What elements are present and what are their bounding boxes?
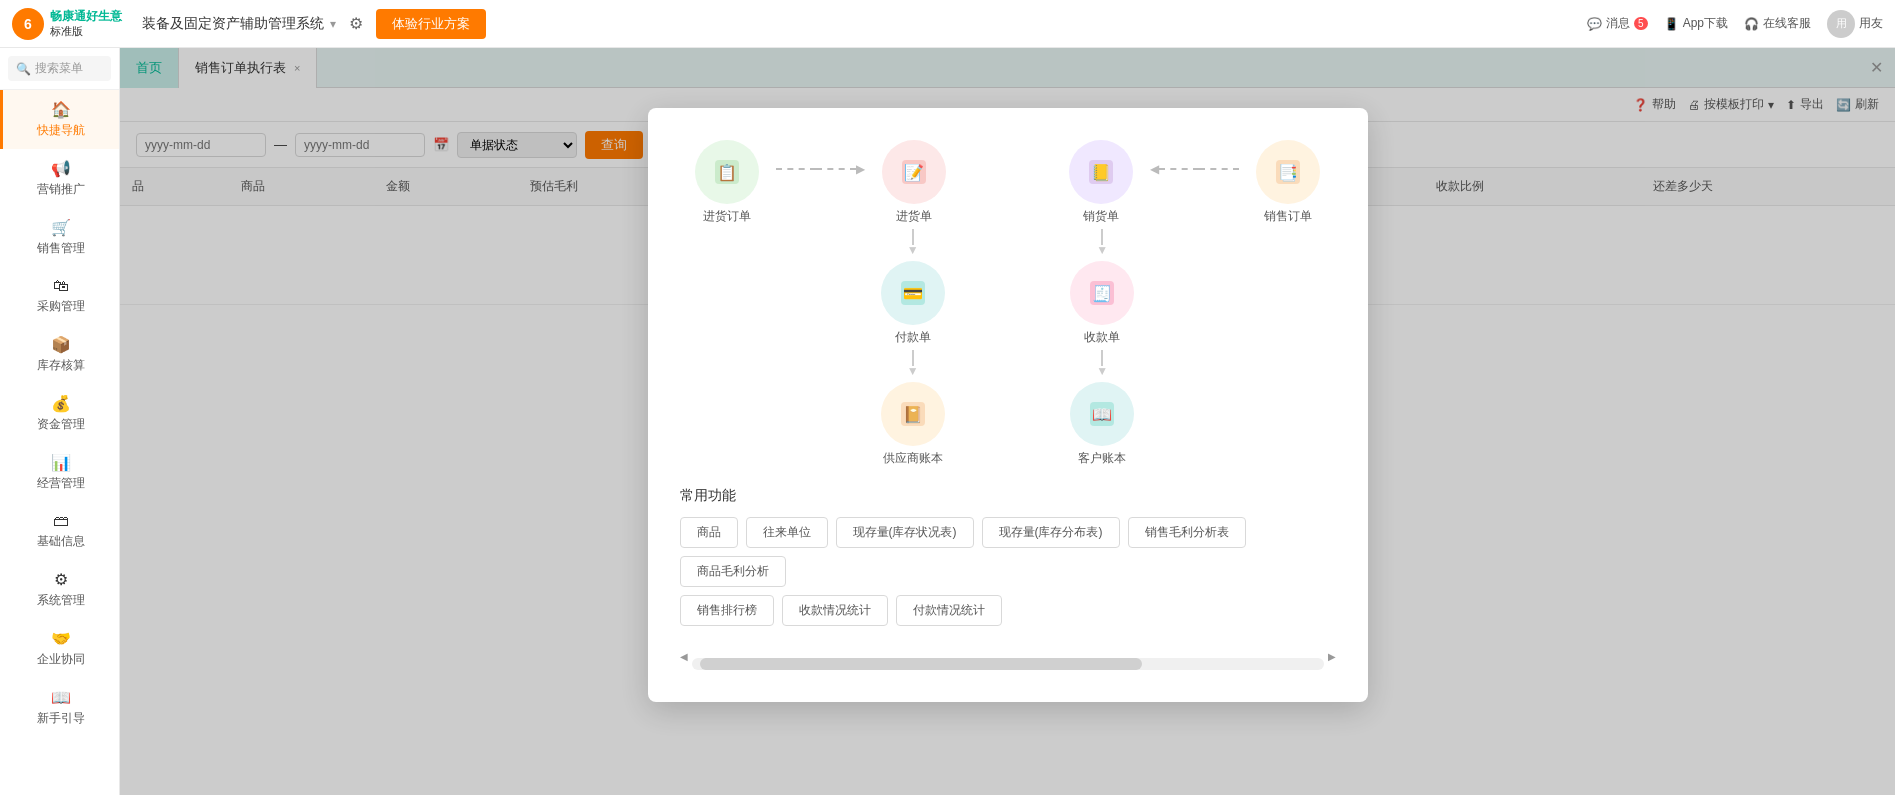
search-placeholder: 搜索菜单 bbox=[35, 60, 83, 77]
top-bar: 6 畅康通好生意 标准版 装备及固定资产辅助管理系统 ▾ ⚙ 体验行业方案 💬 … bbox=[0, 0, 1895, 48]
purchase-order-circle[interactable]: 📋 bbox=[695, 140, 759, 204]
svg-text:📝: 📝 bbox=[904, 163, 924, 182]
flow-item-purchase-order[interactable]: 📋 进货订单 bbox=[695, 140, 759, 225]
logo-area: 6 畅康通好生意 标准版 bbox=[12, 8, 130, 40]
popup-overlay[interactable]: 📋 进货订单 ▶ 📝 进货单 bbox=[120, 48, 1895, 795]
func-btn-goods-margin[interactable]: 商品毛利分析 bbox=[680, 556, 786, 587]
purchase-icon: 🛍 bbox=[53, 277, 69, 295]
arrow-purchase-to-bill: ▶ bbox=[791, 162, 851, 204]
flow-item-sales-bill[interactable]: 📒 销货单 bbox=[1069, 140, 1133, 225]
arrow-order-to-bill: ◀ bbox=[1164, 162, 1224, 204]
svg-text:📔: 📔 bbox=[903, 405, 923, 424]
func-btn-receipt-stats[interactable]: 收款情况统计 bbox=[782, 595, 888, 626]
search-input-area[interactable]: 🔍 搜索菜单 bbox=[8, 56, 111, 81]
svg-text:🧾: 🧾 bbox=[1092, 284, 1112, 303]
sidebar-item-marketing[interactable]: 📢 营销推广 bbox=[0, 149, 119, 208]
scroll-track[interactable] bbox=[692, 658, 1324, 670]
scroll-left-arrow[interactable]: ◀ bbox=[680, 651, 688, 662]
func-btn-sales-margin[interactable]: 销售毛利分析表 bbox=[1128, 517, 1246, 548]
sidebar-item-sales[interactable]: 🛒 销售管理 bbox=[0, 208, 119, 267]
receipt-circle[interactable]: 🧾 bbox=[1070, 261, 1134, 325]
popup-scrollbar: ◀ ▶ bbox=[680, 642, 1336, 670]
func-btn-payment-stats[interactable]: 付款情况统计 bbox=[896, 595, 1002, 626]
system-icon: ⚙ bbox=[54, 570, 68, 589]
settings-button[interactable]: ⚙ bbox=[342, 10, 370, 38]
payment-circle[interactable]: 💳 bbox=[881, 261, 945, 325]
func-btn-goods[interactable]: 商品 bbox=[680, 517, 738, 548]
scroll-right-arrow[interactable]: ▶ bbox=[1328, 651, 1336, 662]
flow-item-customer-ledger[interactable]: 📖 客户账本 bbox=[1070, 382, 1134, 467]
logo-icon: 6 bbox=[12, 8, 44, 40]
arrow-payment-to-supplier: ▼ bbox=[881, 350, 945, 378]
avatar: 用 bbox=[1827, 10, 1855, 38]
sidebar-item-finance[interactable]: 💰 资金管理 bbox=[0, 384, 119, 443]
flow-item-supplier-ledger[interactable]: 📔 供应商账本 bbox=[881, 382, 945, 467]
flow-item-sales-order[interactable]: 📑 销售订单 bbox=[1256, 140, 1320, 225]
sales-order-circle[interactable]: 📑 bbox=[1256, 140, 1320, 204]
svg-text:📑: 📑 bbox=[1278, 163, 1298, 182]
sidebar-item-purchase[interactable]: 🛍 采购管理 bbox=[0, 267, 119, 325]
sidebar: 🔍 搜索菜单 🏠 快捷导航 📢 营销推广 🛒 销售管理 🛍 采购管理 bbox=[0, 48, 120, 795]
enterprise-icon: 🤝 bbox=[51, 629, 71, 648]
func-btn-partners[interactable]: 往来单位 bbox=[746, 517, 828, 548]
func-btn-sales-ranking[interactable]: 销售排行榜 bbox=[680, 595, 774, 626]
common-functions-section: 常用功能 商品 往来单位 现存量(库存状况表) 现存量(库存分布表) 销售毛利分… bbox=[680, 487, 1336, 626]
app-download-button[interactable]: 📱 App下载 bbox=[1664, 15, 1728, 32]
svg-text:📒: 📒 bbox=[1091, 163, 1111, 182]
sidebar-item-operations[interactable]: 📊 经营管理 bbox=[0, 443, 119, 502]
flow-item-purchase-bill[interactable]: 📝 进货单 bbox=[882, 140, 946, 225]
system-title-area: 装备及固定资产辅助管理系统 ▾ ⚙ 体验行业方案 bbox=[130, 9, 1587, 39]
online-service-button[interactable]: 🎧 在线客服 bbox=[1744, 15, 1811, 32]
sidebar-item-basic[interactable]: 🗃 基础信息 bbox=[0, 502, 119, 560]
sales-icon: 🛒 bbox=[51, 218, 71, 237]
arrow-receipt-to-customer: ▼ bbox=[1070, 350, 1134, 378]
message-icon: 💬 bbox=[1587, 17, 1602, 31]
sidebar-item-system[interactable]: ⚙ 系统管理 bbox=[0, 560, 119, 619]
marketing-icon: 📢 bbox=[51, 159, 71, 178]
func-btn-inventory-status[interactable]: 现存量(库存状况表) bbox=[836, 517, 974, 548]
func-btn-inventory-dist[interactable]: 现存量(库存分布表) bbox=[982, 517, 1120, 548]
func-buttons-row1: 商品 往来单位 现存量(库存状况表) 现存量(库存分布表) 销售毛利分析表 商品… bbox=[680, 517, 1336, 587]
sidebar-item-enterprise[interactable]: 🤝 企业协同 bbox=[0, 619, 119, 678]
func-buttons-row2: 销售排行榜 收款情况统计 付款情况统计 bbox=[680, 595, 1336, 626]
system-name: 装备及固定资产辅助管理系统 bbox=[142, 15, 324, 33]
svg-text:💳: 💳 bbox=[903, 284, 923, 303]
user-area[interactable]: 用 用友 bbox=[1827, 10, 1883, 38]
sidebar-item-inventory[interactable]: 📦 库存核算 bbox=[0, 325, 119, 384]
svg-text:📋: 📋 bbox=[717, 163, 737, 182]
common-functions-title: 常用功能 bbox=[680, 487, 1336, 505]
inventory-icon: 📦 bbox=[51, 335, 71, 354]
purchase-bill-circle[interactable]: 📝 bbox=[882, 140, 946, 204]
customer-ledger-circle[interactable]: 📖 bbox=[1070, 382, 1134, 446]
sidebar-item-guide[interactable]: 📖 新手引导 bbox=[0, 678, 119, 737]
sidebar-item-quick-nav[interactable]: 🏠 快捷导航 bbox=[0, 90, 119, 149]
svg-text:📖: 📖 bbox=[1092, 405, 1112, 424]
arrow-bill-to-payment: ▼ bbox=[881, 229, 945, 257]
arrow-sales-to-receipt: ▼ bbox=[1070, 229, 1134, 257]
sales-bill-circle[interactable]: 📒 bbox=[1069, 140, 1133, 204]
system-dropdown-arrow[interactable]: ▾ bbox=[330, 17, 336, 31]
basic-icon: 🗃 bbox=[53, 512, 69, 530]
top-right-area: 💬 消息 5 📱 App下载 🎧 在线客服 用 用友 bbox=[1587, 10, 1883, 38]
supplier-ledger-circle[interactable]: 📔 bbox=[881, 382, 945, 446]
trial-button[interactable]: 体验行业方案 bbox=[376, 9, 486, 39]
message-button[interactable]: 💬 消息 5 bbox=[1587, 15, 1648, 32]
logo-text: 畅康通好生意 标准版 bbox=[50, 9, 122, 39]
headset-icon: 🎧 bbox=[1744, 17, 1759, 31]
search-icon: 🔍 bbox=[16, 62, 31, 76]
search-area[interactable]: 🔍 搜索菜单 bbox=[0, 48, 119, 90]
home-icon: 🏠 bbox=[51, 100, 71, 119]
flow-item-payment[interactable]: 💳 付款单 bbox=[881, 261, 945, 346]
operations-icon: 📊 bbox=[51, 453, 71, 472]
phone-icon: 📱 bbox=[1664, 17, 1679, 31]
message-badge: 5 bbox=[1634, 17, 1648, 30]
scroll-thumb[interactable] bbox=[700, 658, 1142, 670]
flow-item-receipt[interactable]: 🧾 收款单 bbox=[1070, 261, 1134, 346]
quick-nav-popup: 📋 进货订单 ▶ 📝 进货单 bbox=[648, 108, 1368, 702]
finance-icon: 💰 bbox=[51, 394, 71, 413]
guide-icon: 📖 bbox=[51, 688, 71, 707]
